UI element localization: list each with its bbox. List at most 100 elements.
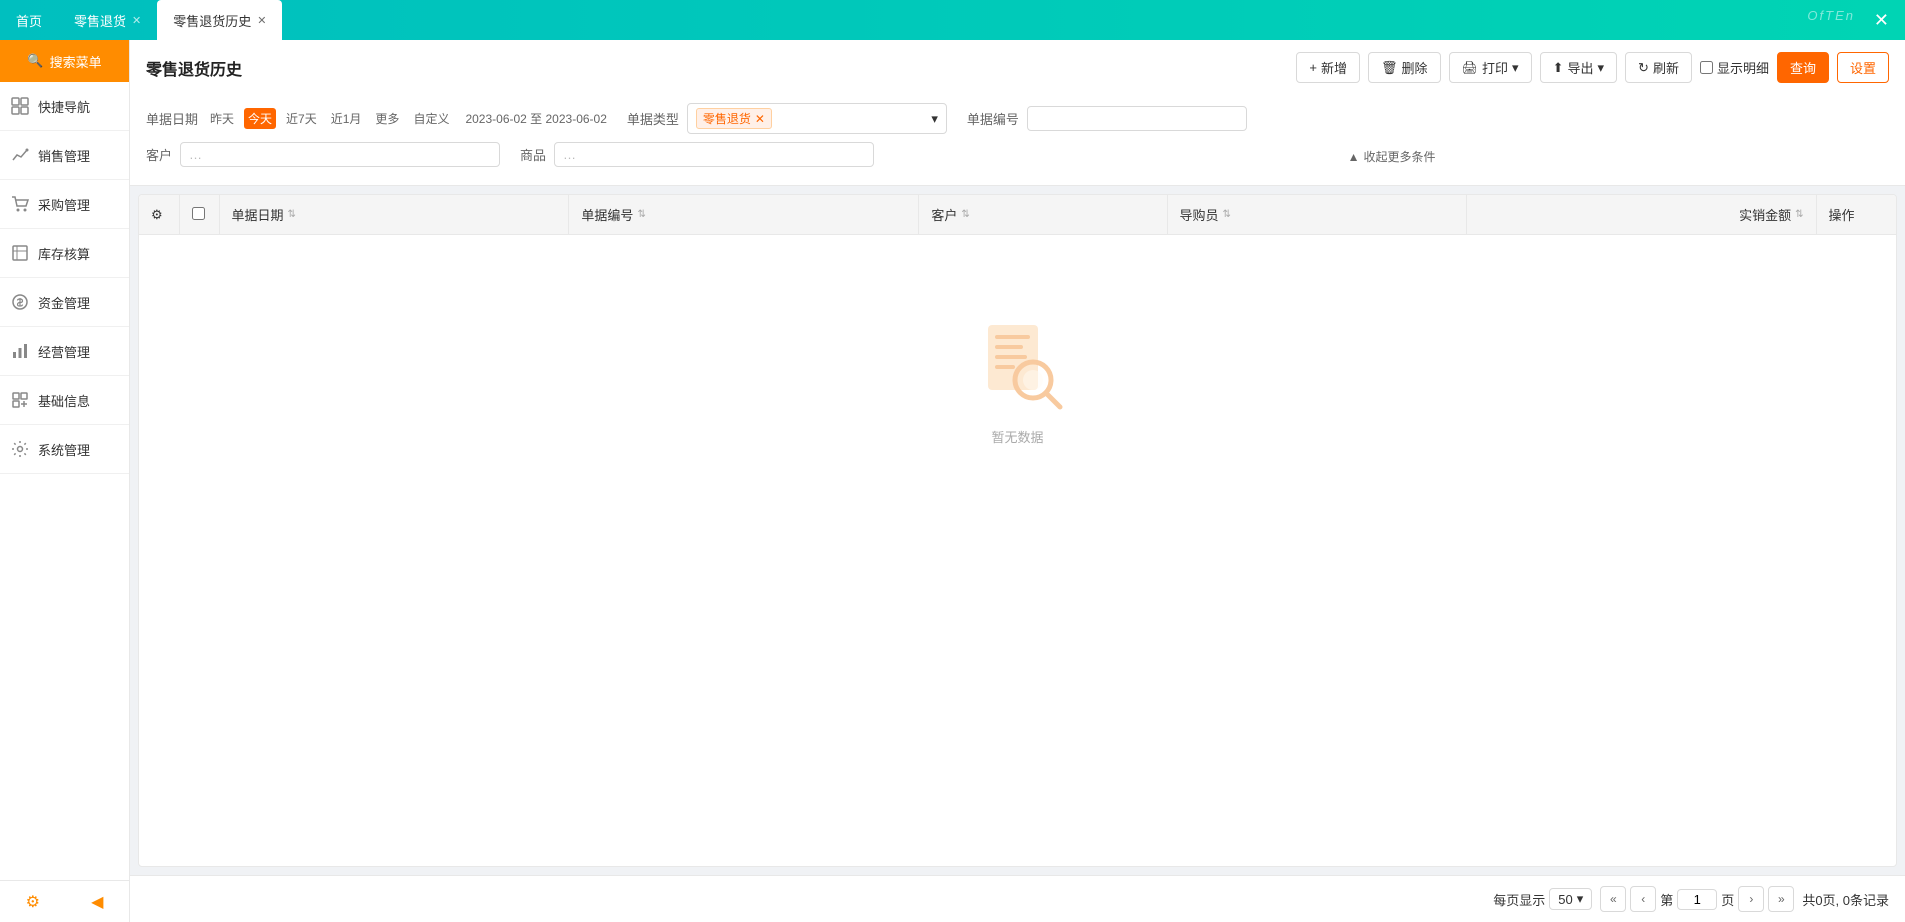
- page-number-input[interactable]: [1677, 889, 1717, 910]
- col-guide-label: 导购员: [1180, 205, 1219, 224]
- query-button[interactable]: 查询: [1777, 52, 1829, 83]
- col-doc-date[interactable]: 单据日期 ⇅: [219, 195, 569, 235]
- tab-retail-return-label: 零售退货: [74, 11, 126, 30]
- sidebar-item-sales[interactable]: 销售管理: [0, 131, 129, 180]
- pagination-bar: 每页显示 50 ▾ « ‹ 第 页 ›: [130, 875, 1905, 922]
- sidebar-bottom: ⚙ ◀: [0, 880, 129, 922]
- new-label: 新增: [1321, 58, 1347, 77]
- col-settings[interactable]: ⚙: [139, 195, 179, 235]
- page-size-select: 每页显示 50 ▾: [1493, 888, 1592, 910]
- sidebar-item-quick-nav[interactable]: 快捷导航: [0, 82, 129, 131]
- export-button[interactable]: ⬆ 导出 ▾: [1540, 52, 1617, 83]
- filter-type-tag-close[interactable]: ✕: [755, 112, 765, 126]
- tab-retail-return-history[interactable]: 零售退货历史 ✕: [157, 0, 282, 40]
- collapse-sidebar-icon[interactable]: ◀: [91, 892, 103, 912]
- filter-date-label: 单据日期: [146, 109, 198, 128]
- col-doc-date-sort: ⇅: [288, 209, 296, 220]
- page-nav: « ‹ 第 页 › »: [1600, 886, 1794, 912]
- collapse-filter-btn[interactable]: ▲ 收起更多条件: [1348, 148, 1436, 165]
- filter-doc-no-label: 单据编号: [967, 109, 1019, 128]
- sidebar-item-operations[interactable]: 经营管理: [0, 327, 129, 376]
- sidebar-item-system[interactable]: 系统管理: [0, 425, 129, 474]
- empty-illustration: [968, 315, 1068, 415]
- page-last-btn[interactable]: »: [1768, 886, 1794, 912]
- empty-row: 暂无数据: [139, 235, 1896, 527]
- date-option-yesterday[interactable]: 昨天: [206, 108, 238, 129]
- sidebar-item-quick-nav-label: 快捷导航: [38, 97, 90, 116]
- date-option-1month[interactable]: 近1月: [327, 108, 366, 129]
- col-doc-no-sort: ⇅: [637, 209, 645, 220]
- page-next-btn[interactable]: ›: [1738, 886, 1764, 912]
- delete-button[interactable]: 🗑 删除: [1368, 52, 1441, 83]
- filter-customer-label: 客户: [146, 145, 172, 164]
- top-bar: 首页 零售退货 ✕ 零售退货历史 ✕ OfTEn ✕: [0, 0, 1905, 40]
- filter-type-chevron: ▾: [931, 111, 938, 127]
- sidebar-item-inventory-label: 库存核算: [38, 244, 90, 263]
- col-customer[interactable]: 客户 ⇅: [919, 195, 1167, 235]
- page-unit: 页: [1721, 890, 1734, 909]
- filter-doc-no-input[interactable]: [1027, 106, 1247, 131]
- table-wrapper: ⚙ 单据日期 ⇅ 单据编号: [138, 194, 1897, 867]
- filter-customer-input[interactable]: …: [180, 142, 500, 167]
- toolbar: + 新增 🗑 删除 🖨 打印 ▾ ⬆ 导出 ▾: [1296, 52, 1889, 83]
- new-icon: +: [1309, 60, 1317, 75]
- print-button[interactable]: 🖨 打印 ▾: [1449, 52, 1532, 83]
- settings-button[interactable]: 设置: [1837, 52, 1889, 83]
- tab-retail-return-history-close[interactable]: ✕: [257, 14, 266, 27]
- sidebar-item-inventory[interactable]: 库存核算: [0, 229, 129, 278]
- select-all-checkbox[interactable]: [192, 207, 205, 220]
- col-doc-no[interactable]: 单据编号 ⇅: [569, 195, 919, 235]
- col-checkbox[interactable]: [179, 195, 219, 235]
- window-close-icon[interactable]: ✕: [1874, 10, 1889, 30]
- filter-doc-no: 单据编号: [967, 106, 1247, 131]
- data-table: ⚙ 单据日期 ⇅ 单据编号: [139, 195, 1896, 526]
- sidebar-search[interactable]: 🔍 搜索菜单: [0, 40, 129, 82]
- date-option-more[interactable]: 更多: [371, 108, 403, 129]
- query-label: 查询: [1790, 58, 1816, 77]
- date-option-custom[interactable]: 自定义: [409, 108, 453, 129]
- search-icon: 🔍: [27, 53, 43, 69]
- settings-icon[interactable]: ⚙: [26, 892, 40, 912]
- col-doc-date-label: 单据日期: [232, 205, 284, 224]
- filter-area: 单据日期 昨天 今天 近7天 近1月 更多 自定义 2023-06-02 至 2…: [146, 93, 1889, 185]
- page-prev-btn[interactable]: ‹: [1630, 886, 1656, 912]
- collapse-icon: ▲: [1348, 150, 1360, 164]
- inventory-icon: [10, 243, 30, 263]
- empty-text: 暂无数据: [991, 427, 1043, 446]
- tab-retail-return-close[interactable]: ✕: [132, 14, 141, 27]
- sidebar-item-finance-label: 资金管理: [38, 293, 90, 312]
- filter-type: 单据类型 零售退货 ✕ ▾: [627, 103, 947, 134]
- tab-retail-return[interactable]: 零售退货 ✕: [58, 0, 157, 40]
- page-title-row: 零售退货历史 + 新增 🗑 删除 🖨 打印 ▾: [146, 52, 1889, 83]
- filter-goods-input[interactable]: …: [554, 142, 874, 167]
- refresh-button[interactable]: ↻ 刷新: [1625, 52, 1692, 83]
- sidebar-item-purchase[interactable]: 采购管理: [0, 180, 129, 229]
- col-guide[interactable]: 导购员 ⇅: [1167, 195, 1466, 235]
- content-area: 零售退货历史 + 新增 🗑 删除 🖨 打印 ▾: [130, 40, 1905, 922]
- col-customer-sort: ⇅: [961, 209, 969, 220]
- refresh-label: 刷新: [1653, 58, 1679, 77]
- sidebar-item-finance[interactable]: 资金管理: [0, 278, 129, 327]
- filter-type-select[interactable]: 零售退货 ✕ ▾: [687, 103, 947, 134]
- page-prefix: 第: [1660, 890, 1673, 909]
- col-amount[interactable]: 实销金额 ⇅: [1466, 195, 1816, 235]
- sidebar-item-base-info[interactable]: 基础信息: [0, 376, 129, 425]
- display-detail-input[interactable]: [1700, 61, 1713, 74]
- col-amount-label: 实销金额: [1739, 205, 1791, 224]
- new-button[interactable]: + 新增: [1296, 52, 1360, 83]
- refresh-icon: ↻: [1638, 60, 1649, 76]
- col-action: 操作: [1816, 195, 1896, 235]
- date-options: 昨天 今天 近7天 近1月 更多 自定义: [206, 108, 453, 129]
- print-chevron: ▾: [1512, 60, 1519, 76]
- date-option-today[interactable]: 今天: [244, 108, 276, 129]
- display-detail-label: 显示明细: [1717, 58, 1769, 77]
- filter-type-tag: 零售退货 ✕: [696, 108, 772, 129]
- display-detail-checkbox[interactable]: 显示明细: [1700, 58, 1769, 77]
- tab-home[interactable]: 首页: [0, 0, 58, 40]
- col-settings-icon[interactable]: ⚙: [151, 207, 163, 222]
- page-size-box[interactable]: 50 ▾: [1549, 888, 1592, 910]
- purchase-icon: [10, 194, 30, 214]
- date-option-7days[interactable]: 近7天: [282, 108, 321, 129]
- page-first-btn[interactable]: «: [1600, 886, 1626, 912]
- sidebar-item-system-label: 系统管理: [38, 440, 90, 459]
